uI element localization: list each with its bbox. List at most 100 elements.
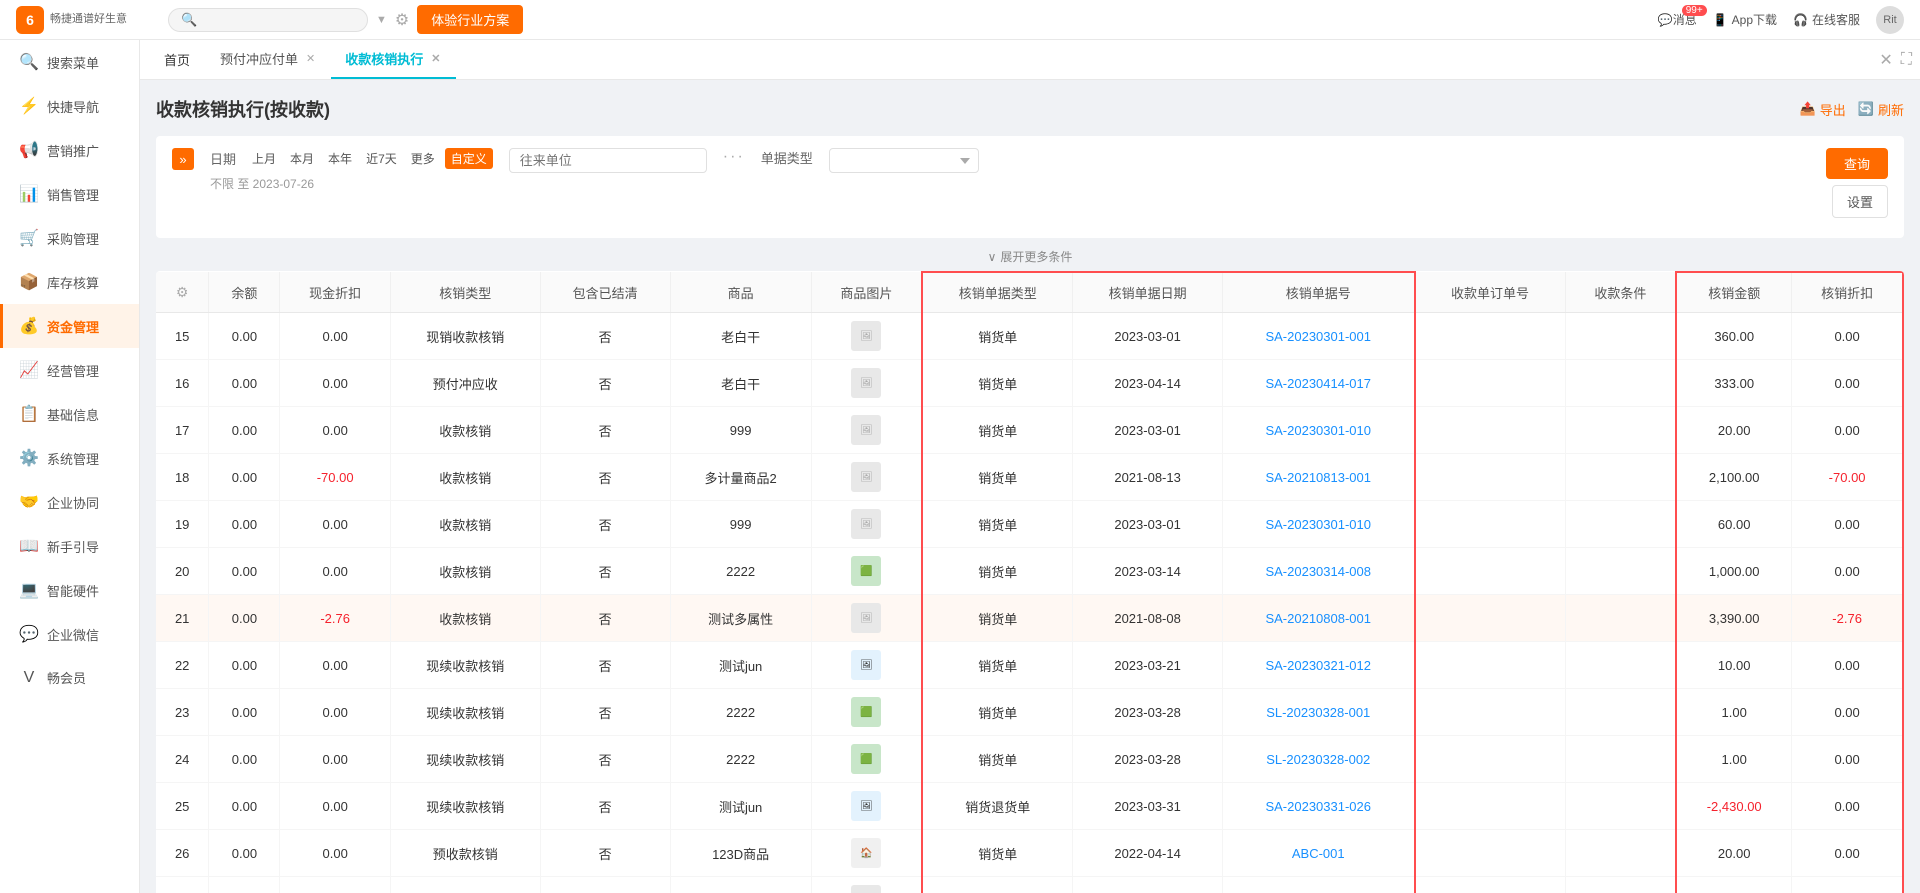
cell-verify-amount: 100.00 [1676, 877, 1792, 893]
expand-more[interactable]: ∨ 展开更多条件 [156, 248, 1904, 265]
tab-prepay-close[interactable]: ✕ [304, 50, 317, 67]
date-prev-month[interactable]: 上月 [248, 148, 280, 169]
cell-verify-bill-type: 销货单 [922, 830, 1072, 877]
cell-verify-bill-type: 销货单 [922, 548, 1072, 595]
cell-verify-bill-no[interactable]: SL-20230408-001 [1222, 877, 1414, 893]
cell-verify-date: 2023-04-14 [1073, 360, 1223, 407]
date-more[interactable]: 更多 [407, 148, 439, 169]
filter-date-range: 不限 至 2023-07-26 [210, 175, 493, 192]
settings-button[interactable]: 设置 [1832, 185, 1888, 218]
cell-verify-bill-no[interactable]: ABC-001 [1222, 830, 1414, 877]
tab-close-all-icon[interactable]: ✕ [1879, 50, 1892, 70]
cell-verify-type: 收款核销 [390, 454, 540, 501]
cell-receipt-order-no [1415, 548, 1565, 595]
sidebar-item-purchase[interactable]: 🛒 采购管理 [0, 216, 139, 260]
cell-verify-bill-no[interactable]: SA-20230331-026 [1222, 783, 1414, 830]
sidebar-item-guide[interactable]: 📖 新手引导 [0, 524, 139, 568]
cell-receipt-condition [1565, 783, 1676, 830]
cell-verify-type: 收款核销 [390, 501, 540, 548]
online-service[interactable]: 🎧 在线客服 [1793, 11, 1860, 28]
dropdown-arrow-icon[interactable]: ▼ [376, 14, 387, 26]
filter-toggle-arrow[interactable]: » [172, 148, 194, 170]
sidebar-item-hardware[interactable]: 💻 智能硬件 [0, 568, 139, 612]
tab-receipt-verify[interactable]: 收款核销执行 ✕ [331, 40, 456, 79]
cell-verify-amount: 3,390.00 [1676, 595, 1792, 642]
partner-input[interactable] [509, 148, 707, 173]
cell-verify-discount: 0.00 [1792, 783, 1903, 830]
col-verify-bill-no: 核销单据号 [1222, 272, 1414, 313]
cell-receipt-condition [1565, 313, 1676, 360]
cell-verify-bill-no[interactable]: SA-20230414-017 [1222, 360, 1414, 407]
refresh-button[interactable]: 🔄 刷新 [1858, 100, 1904, 119]
cell-verify-discount: 0.00 [1792, 642, 1903, 689]
sidebar-item-operation[interactable]: 📈 经营管理 [0, 348, 139, 392]
sales-icon: 📊 [19, 184, 39, 204]
tab-home[interactable]: 首页 [148, 40, 206, 79]
cell-goods-image: 🟩 [811, 736, 922, 783]
cell-verify-type: 现续收款核销 [390, 783, 540, 830]
date-custom[interactable]: 自定义 [445, 148, 493, 169]
cell-verify-bill-no[interactable]: SA-20210808-001 [1222, 595, 1414, 642]
sidebar-item-search[interactable]: 🔍 搜索菜单 [0, 40, 139, 84]
cell-verify-amount: 60.00 [1676, 501, 1792, 548]
system-icon: ⚙️ [19, 448, 39, 468]
sidebar-item-marketing[interactable]: 📢 营销推广 [0, 128, 139, 172]
cell-goods-image: 🖼 [811, 501, 922, 548]
cell-verify-type: 收款核销 [390, 407, 540, 454]
single-type-select[interactable] [829, 148, 979, 173]
sidebar-label-guide: 新手引导 [47, 537, 99, 556]
cell-include-settled: 否 [540, 736, 670, 783]
app-download[interactable]: 📱 App下载 [1713, 11, 1777, 28]
cell-verify-bill-no[interactable]: SL-20230328-001 [1222, 689, 1414, 736]
date-7days[interactable]: 近7天 [362, 148, 401, 169]
query-button[interactable]: 查询 [1826, 148, 1888, 179]
sidebar-label-basic: 基础信息 [47, 405, 99, 424]
sidebar-item-wechat[interactable]: 💬 企业微信 [0, 612, 139, 656]
cell-verify-bill-no[interactable]: SL-20230328-002 [1222, 736, 1414, 783]
sidebar-item-sales[interactable]: 📊 销售管理 [0, 172, 139, 216]
sidebar-item-enterprise[interactable]: 🤝 企业协同 [0, 480, 139, 524]
cell-receipt-condition [1565, 830, 1676, 877]
sidebar-item-finance[interactable]: 💰 资金管理 [0, 304, 139, 348]
sidebar-item-basic[interactable]: 📋 基础信息 [0, 392, 139, 436]
cell-verify-discount: -70.00 [1792, 454, 1903, 501]
export-button[interactable]: 📤 导出 [1800, 100, 1846, 119]
search-input[interactable] [203, 13, 343, 27]
tab-receipt-close[interactable]: ✕ [429, 50, 442, 67]
cell-id: 16 [156, 360, 209, 407]
cell-id: 15 [156, 313, 209, 360]
cell-cash-discount: 0.00 [280, 830, 390, 877]
refresh-icon: 🔄 [1858, 101, 1874, 117]
date-cur-year[interactable]: 本年 [324, 148, 356, 169]
sidebar-item-quick[interactable]: ⚡ 快捷导航 [0, 84, 139, 128]
table-row: 25 0.00 0.00 现续收款核销 否 测试jun 🖼 销货退货单 2023… [156, 783, 1903, 830]
cell-verify-bill-no[interactable]: SA-20230301-010 [1222, 407, 1414, 454]
col-settings[interactable]: ⚙ [156, 272, 209, 313]
search-input-wrap[interactable]: 🔍 [168, 8, 368, 32]
sidebar-item-member[interactable]: V 畅会员 [0, 656, 139, 699]
cell-verify-bill-no[interactable]: SA-20230301-010 [1222, 501, 1414, 548]
marketing-icon: 📢 [19, 140, 39, 160]
tab-prepay[interactable]: 预付冲应付单 ✕ [206, 40, 331, 79]
sidebar-label-inventory: 库存核算 [47, 273, 99, 292]
gear-icon[interactable]: ⚙ [395, 10, 409, 30]
sidebar-item-inventory[interactable]: 📦 库存核算 [0, 260, 139, 304]
cell-verify-bill-no[interactable]: SA-20210813-001 [1222, 454, 1414, 501]
sidebar-item-system[interactable]: ⚙️ 系统管理 [0, 436, 139, 480]
cell-verify-bill-no[interactable]: SA-20230301-001 [1222, 313, 1414, 360]
tab-expand-icon[interactable]: ⛶ [1901, 51, 1912, 69]
cell-verify-bill-no[interactable]: SA-20230314-008 [1222, 548, 1414, 595]
industry-btn[interactable]: 体验行业方案 [417, 5, 523, 34]
cell-verify-bill-no[interactable]: SA-20230321-012 [1222, 642, 1414, 689]
user-avatar[interactable]: Rit [1876, 6, 1904, 34]
filter-bar: » 日期 上月 本月 本年 近7天 更多 自定义 [156, 136, 1904, 238]
cell-include-settled: 否 [540, 642, 670, 689]
enterprise-icon: 🤝 [19, 492, 39, 512]
message-wrap[interactable]: 💬 消息 99+ [1658, 11, 1697, 28]
cell-verify-amount: 333.00 [1676, 360, 1792, 407]
logo: 6 畅捷通谱好生意 [16, 6, 156, 34]
cell-verify-discount: 0.00 [1792, 830, 1903, 877]
guide-icon: 📖 [19, 536, 39, 556]
cell-verify-discount: 0.00 [1792, 736, 1903, 783]
date-cur-month[interactable]: 本月 [286, 148, 318, 169]
